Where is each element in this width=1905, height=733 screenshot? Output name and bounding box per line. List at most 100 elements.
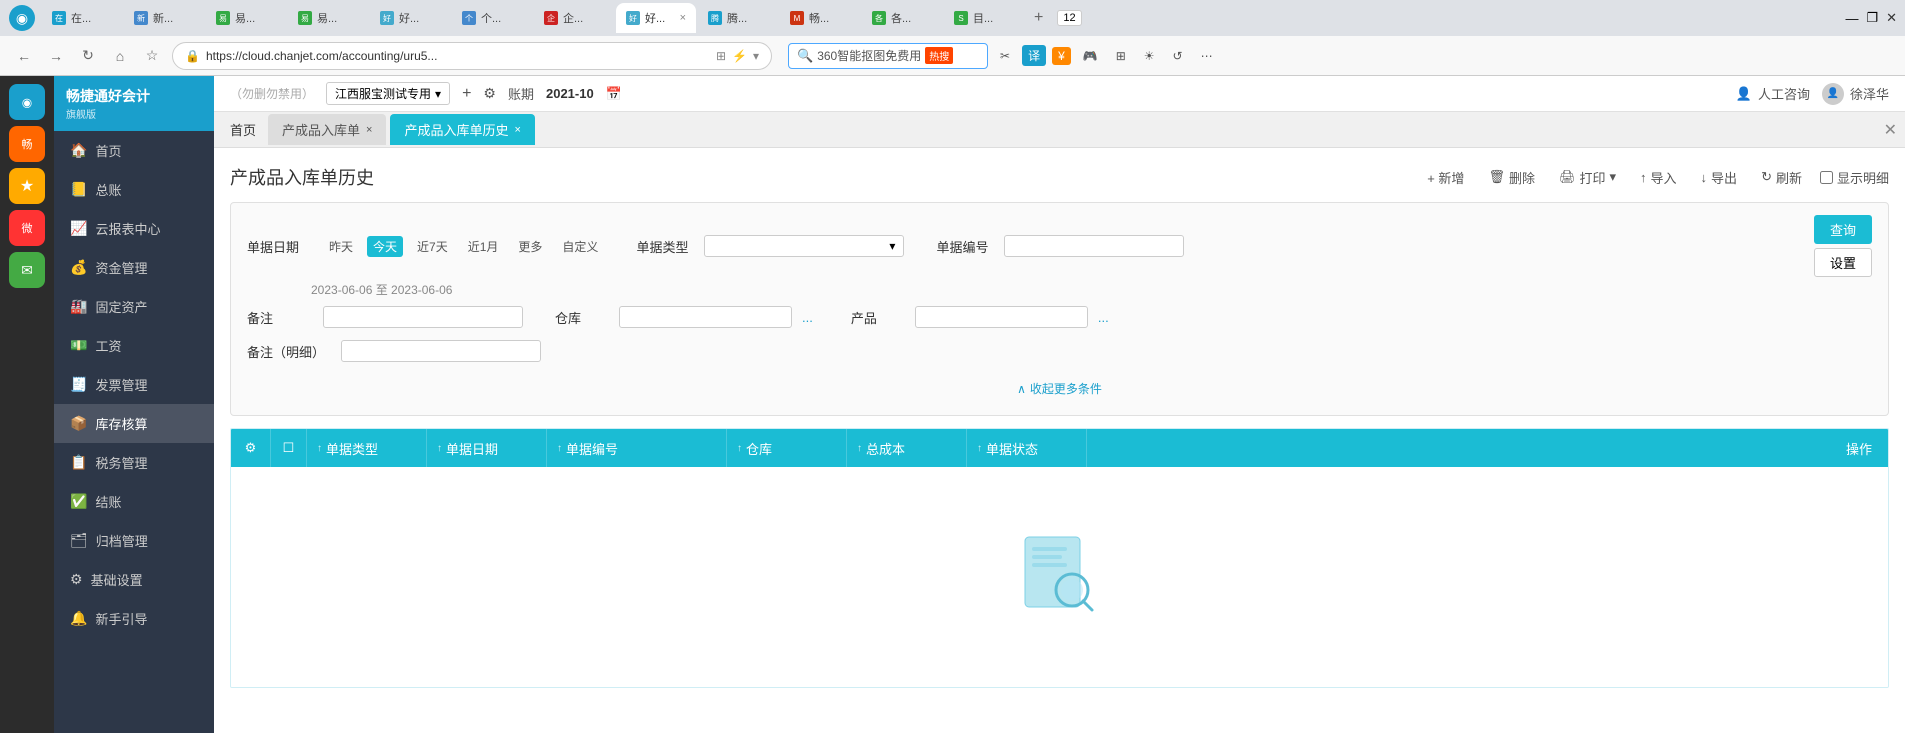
browser-tab-2[interactable]: 新 新... <box>124 3 204 33</box>
delete-button[interactable]: 🗑 删除 <box>1482 165 1541 190</box>
remark-input[interactable] <box>323 306 523 328</box>
browser-tab-7[interactable]: 企 企... <box>534 3 614 33</box>
browser-tab-9[interactable]: 腾 腾... <box>698 3 778 33</box>
browser-tab-6[interactable]: 个 个... <box>452 3 532 33</box>
tab-8-close[interactable]: × <box>680 12 686 24</box>
print-chevron[interactable]: ▾ <box>1610 169 1617 185</box>
sidebar-item-invoice[interactable]: 🧾 发票管理 <box>54 365 214 404</box>
forward-button[interactable]: → <box>44 44 68 68</box>
bill-type-select[interactable]: ▾ <box>704 235 904 257</box>
url-chevron-icon[interactable]: ▾ <box>753 49 759 63</box>
home-button[interactable]: ⌂ <box>108 44 132 68</box>
product-input[interactable] <box>915 306 1088 328</box>
undo-icon[interactable]: ↺ <box>1167 46 1189 66</box>
print-button[interactable]: 🖨 打印 ▾ <box>1553 165 1622 190</box>
th-total-cost[interactable]: ↑ 总成本 <box>847 429 967 467</box>
browser-tab-5[interactable]: 好 好... <box>370 3 450 33</box>
sidebar-item-assets[interactable]: 🏭 固定资产 <box>54 287 214 326</box>
account-bar: （勿删勿禁用） 江西服宝测试专用 ▾ + ⚙ 账期 2021-10 📅 👤 人工… <box>214 76 1905 112</box>
th-bill-status[interactable]: ↑ 单据状态 <box>967 429 1087 467</box>
tab-list-close[interactable]: × <box>366 124 372 136</box>
scissors-icon[interactable]: ✂ <box>994 46 1016 66</box>
panel-close-button[interactable]: ✕ <box>1884 120 1897 140</box>
sidebar-item-checkout[interactable]: ✅ 结账 <box>54 482 214 521</box>
warehouse-input[interactable] <box>619 306 792 328</box>
th-settings[interactable]: ⚙ <box>231 429 271 467</box>
sidebar-item-home[interactable]: 🏠 首页 <box>54 131 214 170</box>
browser-tab-11[interactable]: 各 各... <box>862 3 942 33</box>
browser-tab-4[interactable]: 易 易... <box>288 3 368 33</box>
bookmark-button[interactable]: ☆ <box>140 44 164 68</box>
tab-bill-history[interactable]: 产成品入库单历史 × <box>390 114 534 145</box>
game-icon[interactable]: 🎮 <box>1077 46 1104 66</box>
app-icon-weibo[interactable]: 微 <box>9 210 45 246</box>
sidebar-item-ledger[interactable]: 📒 总账 <box>54 170 214 209</box>
th-warehouse[interactable]: ↑ 仓库 <box>727 429 847 467</box>
sidebar-item-finance[interactable]: 💰 资金管理 <box>54 248 214 287</box>
search-bar[interactable]: 🔍 360智能抠图免费用 热搜 <box>788 43 988 69</box>
th-checkbox[interactable]: ☐ <box>271 429 307 467</box>
minimize-icon[interactable]: — <box>1845 11 1858 26</box>
shortcut-more[interactable]: 更多 <box>512 236 548 257</box>
support-button[interactable]: 👤 人工咨询 <box>1736 84 1810 103</box>
sidebar-item-tax[interactable]: 📋 税务管理 <box>54 443 214 482</box>
export-button[interactable]: ↓ 导出 <box>1695 165 1744 190</box>
product-dots[interactable]: ... <box>1092 310 1115 325</box>
browser-tab-3[interactable]: 易 易... <box>206 3 286 33</box>
sidebar-item-newbill[interactable]: 🔔 新手引导 <box>54 599 214 638</box>
shortcut-today[interactable]: 今天 <box>367 236 403 257</box>
refresh-button[interactable]: ↻ 刷新 <box>1755 165 1808 190</box>
add-button[interactable]: + 新增 <box>1421 165 1470 190</box>
bill-no-input[interactable] <box>1004 235 1184 257</box>
collapse-button[interactable]: ∧ 收起更多条件 <box>247 374 1872 403</box>
apps-icon[interactable]: ⊞ <box>1110 46 1132 66</box>
show-columns-checkbox[interactable] <box>1820 171 1833 184</box>
more-icon[interactable]: ⋯ <box>1195 46 1219 66</box>
sidebar-item-report[interactable]: 📈 云报表中心 <box>54 209 214 248</box>
add-company-button[interactable]: + <box>462 85 471 103</box>
tab-count[interactable]: 12 <box>1057 10 1081 26</box>
sidebar-item-settings[interactable]: ⚙ 基础设置 <box>54 560 214 599</box>
app-icon-star[interactable]: ★ <box>9 168 45 204</box>
sidebar-item-salary[interactable]: 💵 工资 <box>54 326 214 365</box>
user-profile-button[interactable]: 👤 徐泽华 <box>1822 83 1889 105</box>
translate-icon[interactable]: 译 <box>1022 45 1046 66</box>
sidebar-item-inventory[interactable]: 📦 库存核算 <box>54 404 214 443</box>
calendar-icon[interactable]: 📅 <box>606 86 622 102</box>
browser-tab-8[interactable]: 好 好... × <box>616 3 696 33</box>
shortcut-7days[interactable]: 近7天 <box>411 236 454 257</box>
th-bill-no[interactable]: ↑ 单据编号 <box>547 429 727 467</box>
shortcut-1month[interactable]: 近1月 <box>462 236 505 257</box>
breadcrumb-home[interactable]: 首页 <box>222 120 264 139</box>
th-bill-type[interactable]: ↑ 单据类型 <box>307 429 427 467</box>
tab-history-close[interactable]: × <box>514 124 520 136</box>
restore-icon[interactable]: ❐ <box>1866 10 1878 26</box>
browser-tab-10[interactable]: M 畅... <box>780 3 860 33</box>
import-button[interactable]: ↑ 导入 <box>1634 165 1683 190</box>
shortcut-yesterday[interactable]: 昨天 <box>323 236 359 257</box>
yuan-icon[interactable]: ¥ <box>1052 47 1071 65</box>
app-icon-chanjet[interactable]: 畅 <box>9 126 45 162</box>
query-button[interactable]: 查询 <box>1814 215 1872 244</box>
ledger-icon: 📒 <box>70 181 87 198</box>
refresh-button[interactable]: ↻ <box>76 44 100 68</box>
company-selector[interactable]: 江西服宝测试专用 ▾ <box>326 82 450 105</box>
browser-tab-12[interactable]: S 目... <box>944 3 1024 33</box>
shortcut-custom[interactable]: 自定义 <box>556 236 604 257</box>
browser-tab-1[interactable]: 在 在... <box>42 3 122 33</box>
app-icon-main[interactable]: ◉ <box>9 84 45 120</box>
toolbar-right: 🔍 360智能抠图免费用 热搜 ✂ 译 ¥ 🎮 ⊞ ☀ ↺ ⋯ <box>788 43 1219 69</box>
th-bill-date[interactable]: ↑ 单据日期 <box>427 429 547 467</box>
gear-settings-button[interactable]: ⚙ <box>483 85 496 102</box>
back-button[interactable]: ← <box>12 44 36 68</box>
warehouse-dots[interactable]: ... <box>796 310 819 325</box>
tab-bill-list[interactable]: 产成品入库单 × <box>268 114 386 145</box>
sidebar-item-archive[interactable]: 🗂 归档管理 <box>54 521 214 560</box>
brightness-icon[interactable]: ☀ <box>1138 46 1161 66</box>
app-icon-mail[interactable]: ✉ <box>9 252 45 288</box>
close-icon[interactable]: ✕ <box>1886 10 1897 26</box>
detail-remark-input[interactable] <box>341 340 541 362</box>
new-tab-button[interactable]: + <box>1026 5 1051 31</box>
settings-button[interactable]: 设置 <box>1814 248 1872 277</box>
url-bar[interactable]: 🔒 https://cloud.chanjet.com/accounting/u… <box>172 42 772 70</box>
